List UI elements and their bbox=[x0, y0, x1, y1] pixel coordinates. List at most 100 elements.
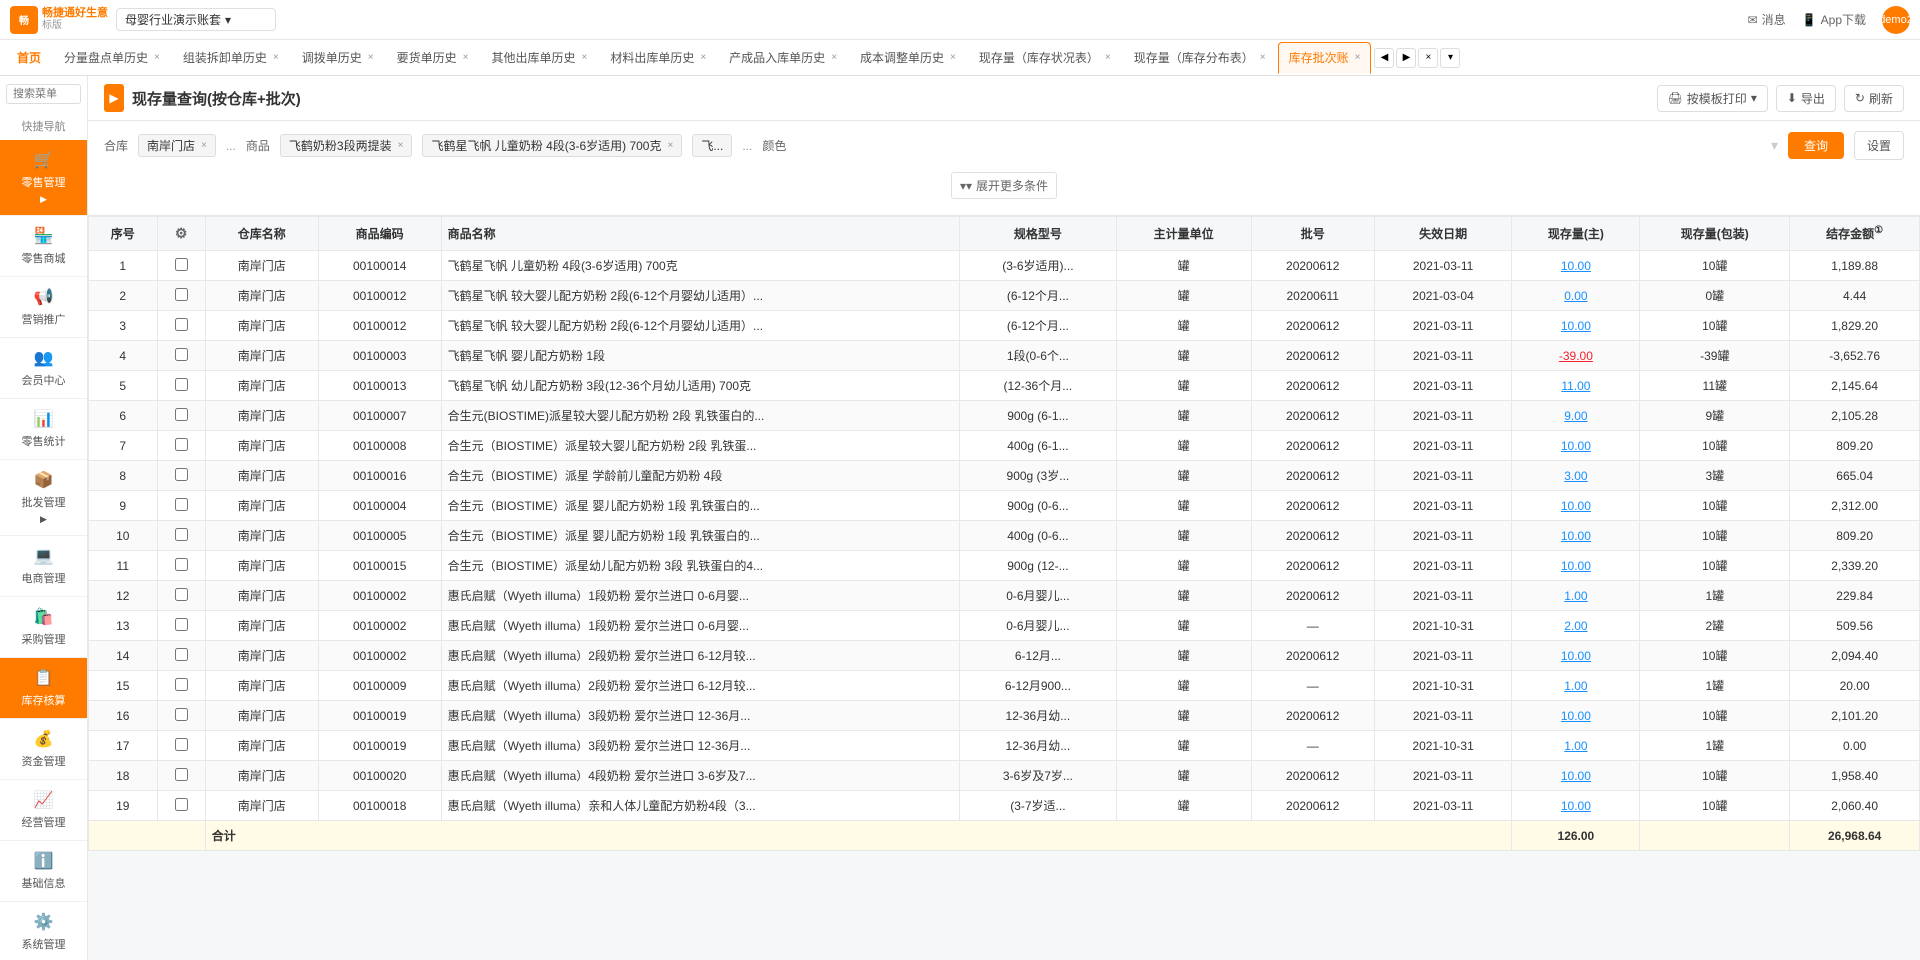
sidebar-item-wholesale[interactable]: 📦 批发管理 ▶ bbox=[0, 460, 87, 536]
cell-stock-main[interactable]: 0.00 bbox=[1512, 281, 1640, 311]
cell-checkbox[interactable] bbox=[157, 791, 205, 821]
tab-fenliang[interactable]: 分量盘点单历史 × bbox=[53, 42, 171, 74]
sidebar-item-finance[interactable]: 💰 资金管理 bbox=[0, 719, 87, 780]
cell-stock-main[interactable]: 10.00 bbox=[1512, 491, 1640, 521]
nav-prev[interactable]: ◀ bbox=[1374, 48, 1394, 68]
sidebar-item-retail-stat[interactable]: 📊 零售统计 bbox=[0, 399, 87, 460]
tab-diaobo[interactable]: 调拨单历史 × bbox=[291, 42, 385, 74]
tab-qita[interactable]: 其他出库单历史 × bbox=[480, 42, 598, 74]
tab-cailiao[interactable]: 材料出库单历史 × bbox=[599, 42, 717, 74]
cell-checkbox[interactable] bbox=[157, 251, 205, 281]
cell-checkbox[interactable] bbox=[157, 581, 205, 611]
sidebar-item-purchase[interactable]: 🛍️ 采购管理 bbox=[0, 597, 87, 658]
nav-close-all[interactable]: × bbox=[1418, 48, 1438, 68]
cell-stock-main[interactable]: 10.00 bbox=[1512, 431, 1640, 461]
tab-xiancunliang1[interactable]: 现存量（库存状况表） × bbox=[968, 42, 1122, 74]
tab-chengben[interactable]: 成本调整单历史 × bbox=[849, 42, 967, 74]
tab-close-icon[interactable]: × bbox=[368, 52, 374, 63]
cell-stock-main[interactable]: 10.00 bbox=[1512, 791, 1640, 821]
tab-close-icon[interactable]: × bbox=[950, 52, 956, 63]
cell-checkbox[interactable] bbox=[157, 641, 205, 671]
query-button[interactable]: 查询 bbox=[1788, 132, 1844, 159]
sidebar-item-inventory[interactable]: 📋 库存核算 bbox=[0, 658, 87, 719]
tab-home[interactable]: 首页 bbox=[6, 42, 52, 74]
sidebar-item-marketing[interactable]: 📢 营销推广 bbox=[0, 277, 87, 338]
tab-close-icon[interactable]: × bbox=[273, 52, 279, 63]
tab-close-icon[interactable]: × bbox=[831, 52, 837, 63]
tab-close-icon[interactable]: × bbox=[700, 52, 706, 63]
table-container[interactable]: 序号 ⚙ 仓库名称 商品编码 商品名称 规格型号 主计量单位 批号 失效日期 现… bbox=[88, 216, 1920, 960]
cell-checkbox[interactable] bbox=[157, 461, 205, 491]
settings-icon[interactable]: ⚙ bbox=[175, 225, 188, 241]
warehouse-tag[interactable]: 南岸门店 × bbox=[138, 134, 216, 157]
search-input[interactable] bbox=[6, 84, 81, 104]
warehouse-tag-remove[interactable]: × bbox=[201, 140, 207, 151]
product-tag-more[interactable]: 飞... bbox=[692, 134, 732, 157]
app-download-btn[interactable]: 📱 App下载 bbox=[1802, 11, 1866, 28]
cell-stock-main[interactable]: 11.00 bbox=[1512, 371, 1640, 401]
cell-checkbox[interactable] bbox=[157, 701, 205, 731]
cell-stock-main[interactable]: 9.00 bbox=[1512, 401, 1640, 431]
product-tag-2[interactable]: 飞鹤星飞帆 儿童奶粉 4段(3-6岁适用) 700克 × bbox=[422, 134, 682, 157]
cell-checkbox[interactable] bbox=[157, 491, 205, 521]
cell-stock-main[interactable]: 1.00 bbox=[1512, 731, 1640, 761]
tab-xiancunliang2[interactable]: 现存量（库存分布表） × bbox=[1123, 42, 1277, 74]
refresh-btn[interactable]: ↻ 刷新 bbox=[1844, 85, 1904, 112]
cell-checkbox[interactable] bbox=[157, 281, 205, 311]
warehouse-more[interactable]: ... bbox=[226, 139, 236, 153]
product-more-all[interactable]: ... bbox=[742, 139, 752, 153]
sidebar-item-operations[interactable]: 📈 经营管理 bbox=[0, 780, 87, 841]
cell-stock-main[interactable]: 10.00 bbox=[1512, 311, 1640, 341]
tab-close-icon[interactable]: × bbox=[154, 52, 160, 63]
cell-stock-main[interactable]: -39.00 bbox=[1512, 341, 1640, 371]
tab-close-icon[interactable]: × bbox=[463, 52, 469, 63]
sidebar-item-retail-mall[interactable]: 🏪 零售商城 bbox=[0, 216, 87, 277]
cell-checkbox[interactable] bbox=[157, 611, 205, 641]
product-tag-1-remove[interactable]: × bbox=[398, 140, 404, 151]
sidebar-item-retail-manage[interactable]: 🛒 零售管理 ▶ bbox=[0, 140, 87, 216]
tab-zuzhuang[interactable]: 组装拆卸单历史 × bbox=[172, 42, 290, 74]
cell-checkbox[interactable] bbox=[157, 371, 205, 401]
sidebar-quick-nav[interactable]: 快捷导航 bbox=[0, 112, 87, 140]
cell-stock-main[interactable]: 2.00 bbox=[1512, 611, 1640, 641]
cell-stock-main[interactable]: 10.00 bbox=[1512, 521, 1640, 551]
export-btn[interactable]: ⬇ 导出 bbox=[1776, 85, 1836, 112]
sidebar-item-basic-info[interactable]: ℹ️ 基础信息 bbox=[0, 841, 87, 902]
messages-btn[interactable]: ✉ 消息 bbox=[1748, 11, 1786, 28]
set-button[interactable]: 设置 bbox=[1854, 131, 1904, 160]
tab-yaohuo[interactable]: 要货单历史 × bbox=[386, 42, 480, 74]
cell-stock-main[interactable]: 3.00 bbox=[1512, 461, 1640, 491]
tab-close-icon[interactable]: × bbox=[1260, 52, 1266, 63]
product-tag-2-remove[interactable]: × bbox=[667, 140, 673, 151]
sidebar-expand-btn[interactable]: ▶ bbox=[104, 84, 124, 112]
sidebar-item-member[interactable]: 👥 会员中心 bbox=[0, 338, 87, 399]
product-tag-1[interactable]: 飞鹤奶粉3段两提装 × bbox=[280, 134, 413, 157]
cell-checkbox[interactable] bbox=[157, 431, 205, 461]
nav-menu[interactable]: ▾ bbox=[1440, 48, 1460, 68]
cell-stock-main[interactable]: 10.00 bbox=[1512, 251, 1640, 281]
cell-checkbox[interactable] bbox=[157, 551, 205, 581]
nav-next[interactable]: ▶ bbox=[1396, 48, 1416, 68]
cell-stock-main[interactable]: 1.00 bbox=[1512, 671, 1640, 701]
cell-checkbox[interactable] bbox=[157, 401, 205, 431]
cell-stock-main[interactable]: 10.00 bbox=[1512, 701, 1640, 731]
th-settings[interactable]: ⚙ bbox=[157, 217, 205, 251]
template-print-btn[interactable]: 🖨 按模板打印 ▾ bbox=[1657, 85, 1768, 112]
user-profile[interactable]: demo2 bbox=[1882, 6, 1910, 34]
cell-stock-main[interactable]: 1.00 bbox=[1512, 581, 1640, 611]
cell-checkbox[interactable] bbox=[157, 311, 205, 341]
cell-stock-main[interactable]: 10.00 bbox=[1512, 761, 1640, 791]
cell-stock-main[interactable]: 10.00 bbox=[1512, 551, 1640, 581]
tab-kucun[interactable]: 库存批次账 × bbox=[1278, 42, 1372, 74]
tab-close-icon[interactable]: × bbox=[1105, 52, 1111, 63]
cell-checkbox[interactable] bbox=[157, 341, 205, 371]
cell-checkbox[interactable] bbox=[157, 731, 205, 761]
sidebar-item-ecommerce[interactable]: 💻 电商管理 bbox=[0, 536, 87, 597]
tab-close-icon[interactable]: × bbox=[1355, 52, 1361, 63]
cell-stock-main[interactable]: 10.00 bbox=[1512, 641, 1640, 671]
cell-checkbox[interactable] bbox=[157, 671, 205, 701]
cell-checkbox[interactable] bbox=[157, 521, 205, 551]
expand-more-btn[interactable]: ▾▾ 展开更多条件 bbox=[951, 172, 1057, 199]
sidebar-item-system[interactable]: ⚙️ 系统管理 bbox=[0, 902, 87, 960]
tab-close-icon[interactable]: × bbox=[581, 52, 587, 63]
